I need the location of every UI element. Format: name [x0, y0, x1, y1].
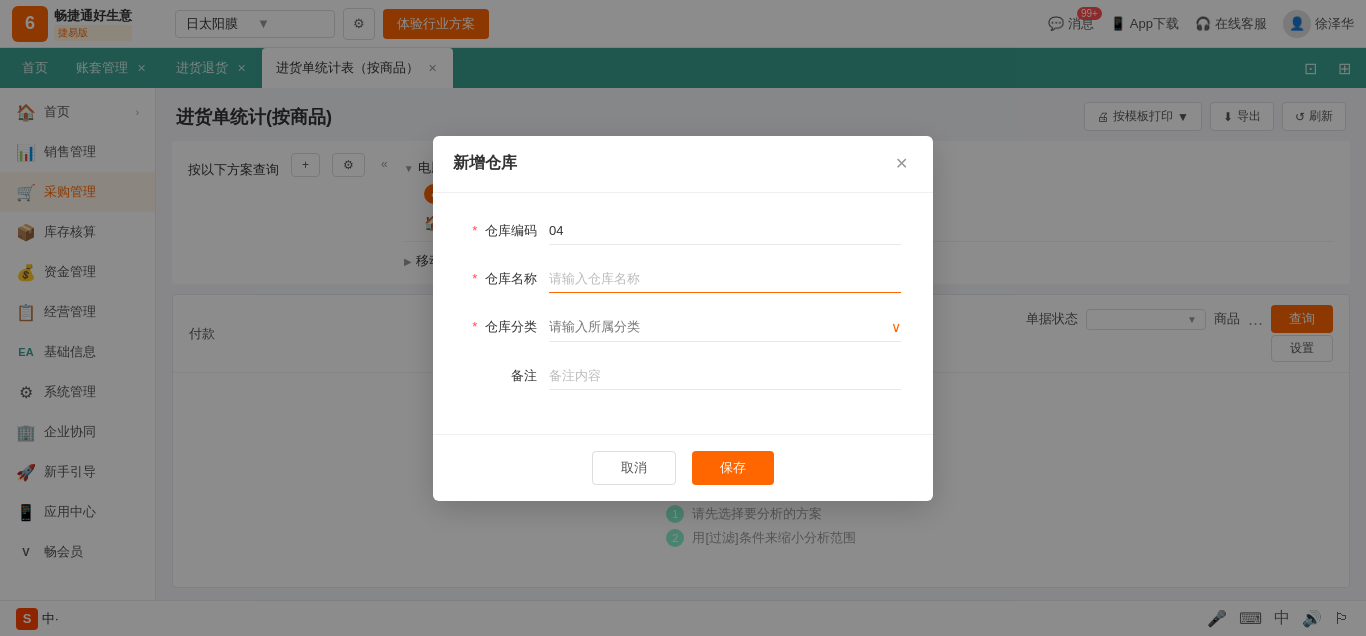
modal-close-button[interactable]: ✕: [889, 152, 913, 176]
name-label: * 仓库名称: [465, 270, 537, 288]
category-select[interactable]: ∨: [549, 313, 901, 342]
new-warehouse-modal: 新增仓库 ✕ * 仓库编码 * 仓库名称: [433, 136, 933, 501]
required-mark: *: [472, 223, 477, 238]
modal-header: 新增仓库 ✕: [433, 136, 933, 193]
code-input[interactable]: [549, 217, 901, 245]
code-label: * 仓库编码: [465, 222, 537, 240]
category-label: * 仓库分类: [465, 318, 537, 336]
form-row-category: * 仓库分类 ∨: [465, 313, 901, 342]
cancel-button[interactable]: 取消: [592, 451, 676, 485]
form-row-code: * 仓库编码: [465, 217, 901, 245]
name-input[interactable]: [549, 265, 901, 293]
remark-input[interactable]: [549, 362, 901, 390]
form-row-name: * 仓库名称: [465, 265, 901, 293]
category-input[interactable]: [549, 319, 891, 334]
form-row-remark: 备注: [465, 362, 901, 390]
save-button[interactable]: 保存: [692, 451, 774, 485]
required-mark2: *: [472, 271, 477, 286]
remark-label: 备注: [465, 367, 537, 385]
modal-overlay[interactable]: 新增仓库 ✕ * 仓库编码 * 仓库名称: [0, 0, 1366, 636]
required-mark3: *: [472, 319, 477, 334]
modal-title: 新增仓库: [453, 153, 889, 174]
modal-body: * 仓库编码 * 仓库名称 * 仓库分类: [433, 193, 933, 434]
modal-footer: 取消 保存: [433, 434, 933, 501]
category-chevron-icon: ∨: [891, 319, 901, 335]
